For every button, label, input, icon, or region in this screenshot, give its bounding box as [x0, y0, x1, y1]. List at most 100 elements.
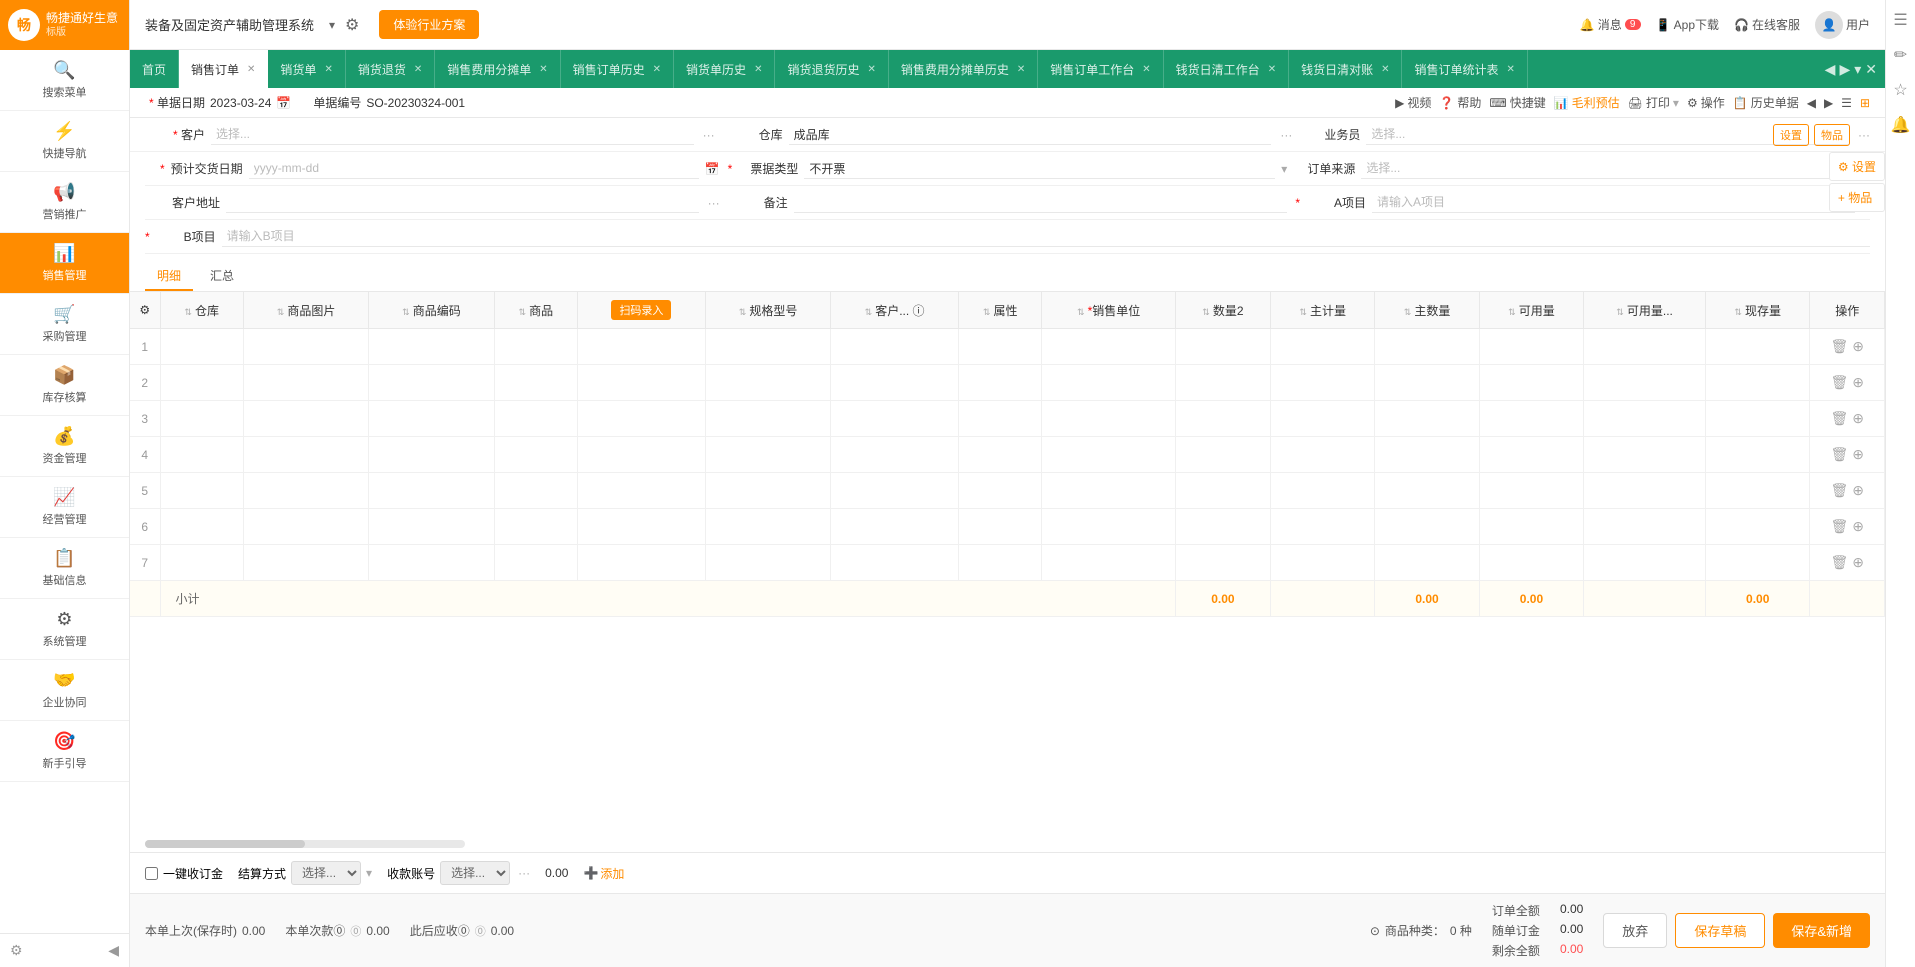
- row-copy-icon[interactable]: ⊕: [1852, 338, 1864, 355]
- tab-销售费用分摊单[interactable]: 销售费用分摊单✕: [435, 50, 560, 88]
- profit-btn[interactable]: 📊 毛利预估: [1554, 94, 1620, 111]
- operation-btn[interactable]: ⚙ 操作: [1687, 94, 1725, 111]
- topbar-gear-icon[interactable]: ⚙: [345, 15, 359, 35]
- notifications-item[interactable]: 🔔 消息 9: [1580, 16, 1641, 33]
- shortcut-btn[interactable]: ⌨ 快捷键: [1489, 94, 1545, 111]
- grid-view-icon[interactable]: ⊞: [1860, 96, 1870, 110]
- history-btn[interactable]: 📋 历史单据: [1733, 94, 1799, 111]
- right-panel-icon-3[interactable]: ☆: [1893, 80, 1907, 100]
- row-copy-icon[interactable]: ⊕: [1852, 518, 1864, 535]
- tab-close-icon[interactable]: ✕: [414, 64, 422, 75]
- discard-button[interactable]: 放弃: [1603, 913, 1667, 948]
- setup-float-btn[interactable]: ⚙ 设置: [1829, 152, 1885, 181]
- row-copy-icon[interactable]: ⊕: [1852, 410, 1864, 427]
- right-panel-icon-1[interactable]: ☰: [1893, 10, 1907, 30]
- b-project-input[interactable]: [222, 226, 1870, 247]
- tab-close-icon[interactable]: ✕: [867, 64, 875, 75]
- print-btn[interactable]: 🖨 打印 ▾: [1628, 94, 1679, 111]
- scrollbar-thumb[interactable]: [145, 840, 305, 848]
- row-delete-icon[interactable]: 🗑: [1830, 482, 1848, 499]
- invoice-type-dropdown-icon[interactable]: ▾: [1281, 162, 1287, 176]
- receipt-account-select[interactable]: 选择...: [440, 861, 510, 885]
- sidebar-item-企业协同[interactable]: 🤝企业协同: [0, 660, 129, 721]
- list-view-icon[interactable]: ☰: [1841, 96, 1852, 110]
- prev-record-icon[interactable]: ◀: [1807, 96, 1816, 110]
- right-panel-icon-4[interactable]: 🔔: [1891, 115, 1911, 135]
- delivery-date-input[interactable]: [249, 158, 699, 179]
- tab-销售订单[interactable]: 销售订单✕: [179, 50, 268, 88]
- sidebar-item-采购管理[interactable]: 🛒采购管理: [0, 294, 129, 355]
- tab-销货退货历史[interactable]: 销货退货历史✕: [775, 50, 888, 88]
- current-debt-q-icon[interactable]: ⓪: [350, 923, 361, 939]
- address-dots-icon[interactable]: ···: [708, 196, 720, 210]
- tab-close-icon[interactable]: ✕: [1142, 64, 1150, 75]
- tab-销售订单统计表[interactable]: 销售订单统计表✕: [1402, 50, 1527, 88]
- sidebar-item-资金管理[interactable]: 💰资金管理: [0, 416, 129, 477]
- row-delete-icon[interactable]: 🗑: [1830, 446, 1848, 463]
- view-btn[interactable]: ▶ 视频: [1395, 94, 1431, 111]
- app-download-item[interactable]: 📱 App下载: [1656, 16, 1719, 33]
- tab-close-all-icon[interactable]: ✕: [1865, 61, 1877, 78]
- customer-dots-icon[interactable]: ···: [703, 128, 715, 142]
- one-click-checkbox[interactable]: [145, 867, 158, 880]
- tab-close-icon[interactable]: ✕: [1381, 64, 1389, 75]
- tab-销货单历史[interactable]: 销货单历史✕: [674, 50, 775, 88]
- customer-address-input[interactable]: [226, 192, 699, 213]
- tab-close-icon[interactable]: ✕: [1017, 64, 1025, 75]
- sidebar-item-搜索菜单[interactable]: 🔍搜索菜单: [0, 50, 129, 111]
- online-support-item[interactable]: 🎧 在线客服: [1734, 16, 1800, 33]
- tab-close-icon[interactable]: ✕: [539, 64, 547, 75]
- col-settings[interactable]: ⚙: [130, 292, 160, 329]
- solution-button[interactable]: 体验行业方案: [379, 10, 479, 39]
- sidebar-item-经营管理[interactable]: 📈经营管理: [0, 477, 129, 538]
- receivable-q-icon[interactable]: ⓪: [475, 923, 486, 939]
- receipt-account-dots-icon[interactable]: ···: [518, 866, 530, 880]
- system-title-dropdown[interactable]: ▾: [329, 18, 335, 32]
- delivery-date-calendar-icon[interactable]: 📅: [705, 162, 720, 176]
- sidebar-item-库存核算[interactable]: 📦库存核算: [0, 355, 129, 416]
- warehouse-input[interactable]: [789, 124, 1272, 145]
- payment-method-dropdown-icon[interactable]: ▾: [366, 866, 372, 880]
- row-delete-icon[interactable]: 🗑: [1830, 338, 1848, 355]
- sidebar-item-营销推广[interactable]: 📢营销推广: [0, 172, 129, 233]
- tab-close-icon[interactable]: ✕: [324, 64, 332, 75]
- invoice-type-input[interactable]: [804, 158, 1275, 179]
- col-settings-icon[interactable]: ⚙: [139, 303, 150, 317]
- warehouse-dots-icon[interactable]: ···: [1280, 128, 1292, 142]
- tab-close-icon[interactable]: ✕: [1507, 64, 1515, 75]
- tab-prev-icon[interactable]: ◀: [1825, 61, 1836, 78]
- tab-销货单[interactable]: 销货单✕: [268, 50, 345, 88]
- customer-input[interactable]: [211, 124, 694, 145]
- sidebar-item-快捷导航[interactable]: ⚡快捷导航: [0, 111, 129, 172]
- sidebar-settings-icon[interactable]: ⚙: [10, 942, 23, 959]
- tab-销售订单历史[interactable]: 销售订单历史✕: [561, 50, 674, 88]
- save-new-button[interactable]: 保存&新增: [1773, 913, 1870, 948]
- goods-btn[interactable]: 物品: [1814, 124, 1850, 146]
- row-delete-icon[interactable]: 🗑: [1830, 374, 1848, 391]
- payment-method-select[interactable]: 选择...: [291, 861, 361, 885]
- add-button[interactable]: ➕ 添加: [583, 865, 624, 882]
- tab-close-icon[interactable]: ✕: [247, 64, 255, 75]
- order-source-input[interactable]: [1361, 158, 1834, 179]
- tab-钱货日清工作台[interactable]: 钱货日清工作台✕: [1164, 50, 1289, 88]
- row-delete-icon[interactable]: 🗑: [1830, 554, 1848, 571]
- tab-close-icon[interactable]: ✕: [754, 64, 762, 75]
- goods-float-btn[interactable]: + 物品: [1829, 183, 1885, 212]
- row-delete-icon[interactable]: 🗑: [1830, 410, 1848, 427]
- scrollbar[interactable]: [145, 840, 465, 848]
- sidebar-item-新手引导[interactable]: 🎯新手引导: [0, 721, 129, 782]
- row-delete-icon[interactable]: 🗑: [1830, 518, 1848, 535]
- tab-销货退货[interactable]: 销货退货✕: [346, 50, 435, 88]
- next-record-icon[interactable]: ▶: [1824, 96, 1833, 110]
- a-project-input[interactable]: [1372, 192, 1855, 213]
- tab-销售订单工作台[interactable]: 销售订单工作台✕: [1038, 50, 1163, 88]
- setup-btn[interactable]: 设置: [1773, 124, 1809, 146]
- sidebar-item-销售管理[interactable]: 📊销售管理: [0, 233, 129, 294]
- save-draft-button[interactable]: 保存草稿: [1675, 913, 1765, 948]
- salesperson-dots-icon[interactable]: ···: [1858, 128, 1870, 142]
- tab-钱货日清对账[interactable]: 钱货日清对账✕: [1289, 50, 1402, 88]
- sidebar-collapse-icon[interactable]: ◀: [108, 942, 119, 959]
- row-copy-icon[interactable]: ⊕: [1852, 446, 1864, 463]
- user-item[interactable]: 👤 用户: [1815, 11, 1870, 39]
- tab-首页[interactable]: 首页: [130, 50, 179, 88]
